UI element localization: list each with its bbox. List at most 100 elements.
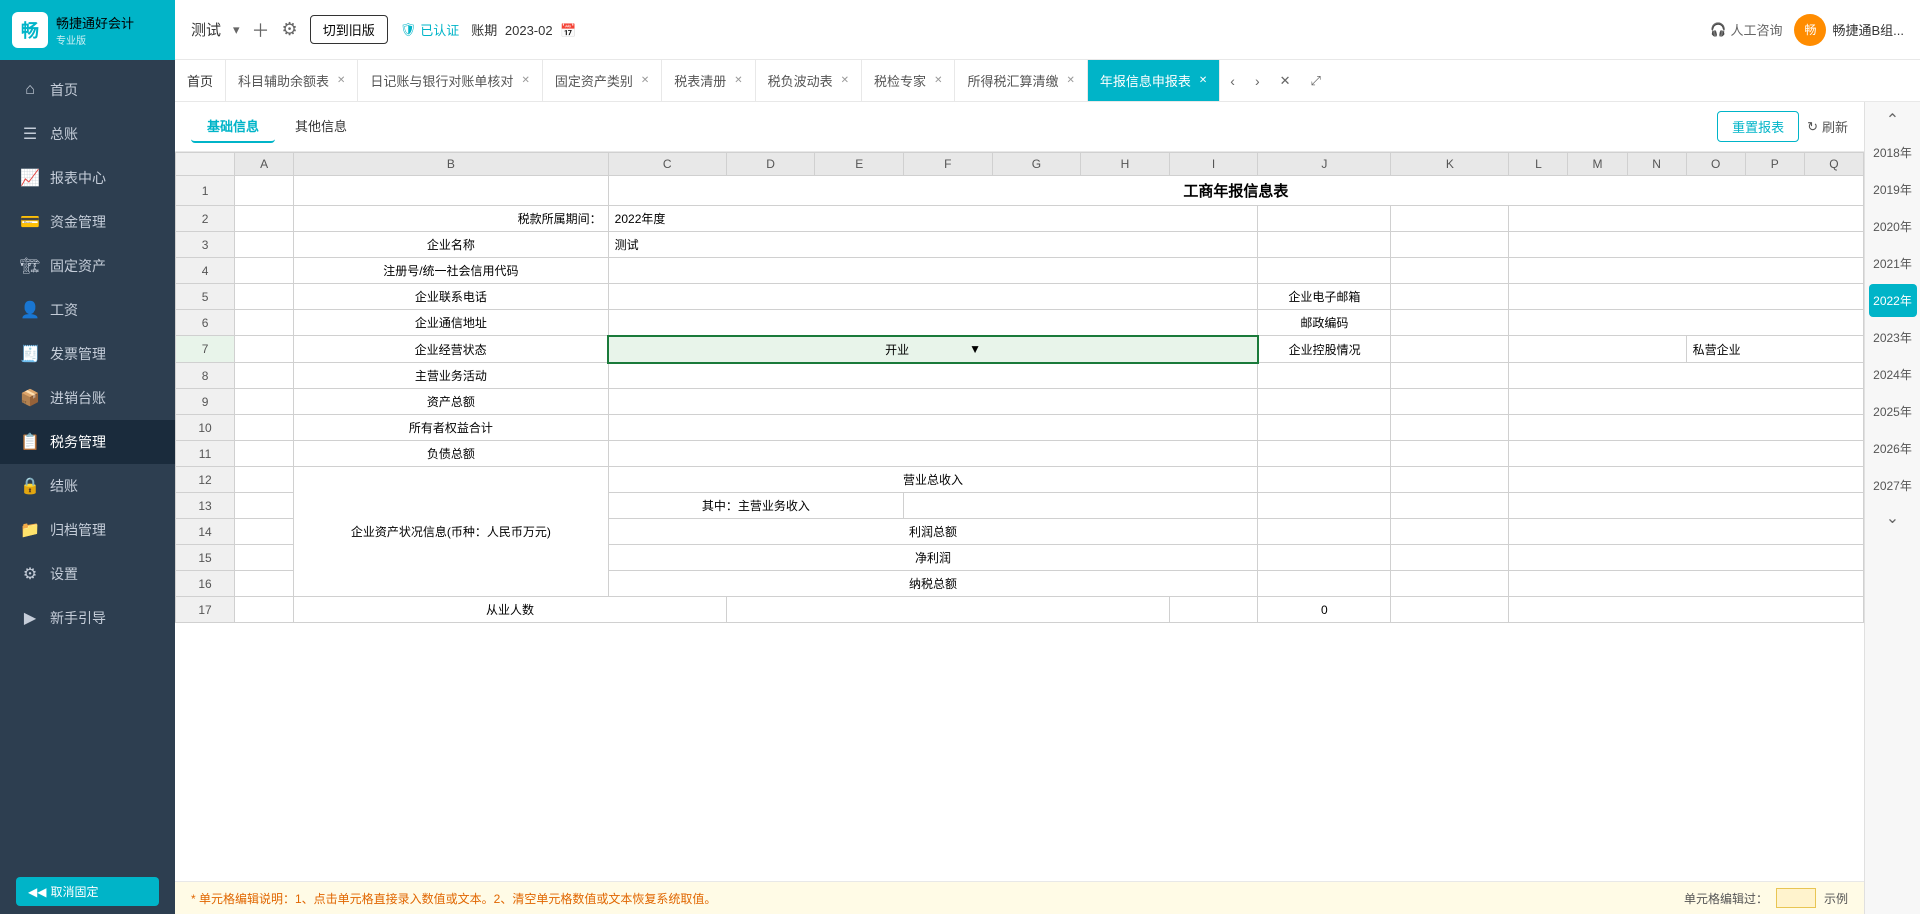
cell-rest11[interactable] (1509, 441, 1864, 467)
tab-prev-button[interactable]: ‹ (1220, 60, 1245, 101)
cell-a1[interactable] (235, 176, 294, 206)
cell-c6[interactable] (608, 310, 1258, 336)
cell-c10[interactable] (608, 415, 1258, 441)
cell-k2[interactable] (1391, 206, 1509, 232)
cell-a14[interactable] (235, 519, 294, 545)
sidebar-item-archive[interactable]: 📁 归档管理 (0, 508, 175, 552)
cell-k8[interactable] (1391, 363, 1509, 389)
cell-j16[interactable] (1258, 571, 1391, 597)
tab-close-icon[interactable]: ✕ (934, 75, 942, 86)
support-button[interactable]: 🎧 人工咨询 (1710, 20, 1782, 39)
dropdown-arrow-icon[interactable]: ▾ (233, 22, 240, 38)
tab-aux[interactable]: 科目辅助余额表 ✕ (226, 60, 358, 101)
tab-close-icon[interactable]: ✕ (521, 75, 529, 86)
cell-i17[interactable] (1169, 597, 1258, 623)
tab-taxform[interactable]: 税表清册 ✕ (662, 60, 755, 101)
sidebar-item-tax[interactable]: 📋 税务管理 (0, 420, 175, 464)
col-header-m[interactable]: M (1568, 153, 1627, 176)
col-header-n[interactable]: N (1627, 153, 1686, 176)
cell-rest16[interactable] (1509, 571, 1864, 597)
cell-rest12[interactable] (1509, 467, 1864, 493)
year-2025[interactable]: 2025年 (1869, 395, 1917, 428)
tab-close-icon[interactable]: ✕ (734, 75, 742, 86)
sidebar-item-settings[interactable]: ⚙ 设置 (0, 552, 175, 596)
cell-j8[interactable] (1258, 363, 1391, 389)
cell-k13[interactable] (1391, 493, 1509, 519)
tab-home[interactable]: 首页 (175, 60, 226, 101)
year-2023[interactable]: 2023年 (1869, 321, 1917, 354)
cell-c4[interactable] (608, 258, 1258, 284)
col-header-d[interactable]: D (726, 153, 815, 176)
cell-c3[interactable]: 测试 (608, 232, 1258, 258)
cell-c8[interactable] (608, 363, 1258, 389)
calendar-icon[interactable]: 📅 (560, 23, 576, 38)
cell-j11[interactable] (1258, 441, 1391, 467)
tab-income[interactable]: 所得税汇算清缴 ✕ (955, 60, 1087, 101)
cell-a16[interactable] (235, 571, 294, 597)
reset-report-button[interactable]: 重置报表 (1717, 111, 1799, 142)
cell-rest17[interactable] (1509, 597, 1864, 623)
cell-rest5[interactable] (1509, 284, 1864, 310)
cell-b1[interactable] (294, 176, 609, 206)
year-scroll-up-button[interactable]: ⌃ (1882, 106, 1903, 134)
cell-c5[interactable] (608, 284, 1258, 310)
col-header-i[interactable]: I (1169, 153, 1258, 176)
cell-rest6[interactable] (1509, 310, 1864, 336)
cell-rest2[interactable] (1509, 206, 1864, 232)
dropdown-arrow-icon[interactable]: ▼ (969, 342, 981, 356)
tab-taxwave[interactable]: 税负波动表 ✕ (756, 60, 862, 101)
cell-d17[interactable] (726, 597, 1169, 623)
cell-k4[interactable] (1391, 258, 1509, 284)
cell-a15[interactable] (235, 545, 294, 571)
tab-other-info[interactable]: 其他信息 (279, 110, 363, 143)
add-button[interactable]: ＋ (252, 17, 270, 43)
cell-k6[interactable] (1391, 310, 1509, 336)
cell-k12[interactable] (1391, 467, 1509, 493)
cell-k11[interactable] (1391, 441, 1509, 467)
sidebar-item-inventory[interactable]: 📦 进销台账 (0, 376, 175, 420)
cell-k15[interactable] (1391, 545, 1509, 571)
cell-k9[interactable] (1391, 389, 1509, 415)
tab-taxcheck[interactable]: 税检专家 ✕ (862, 60, 955, 101)
cell-j14[interactable] (1258, 519, 1391, 545)
cell-a13[interactable] (235, 493, 294, 519)
cell-c9[interactable] (608, 389, 1258, 415)
col-header-b[interactable]: B (294, 153, 609, 176)
sidebar-item-funds[interactable]: 💳 资金管理 (0, 200, 175, 244)
cell-k14[interactable] (1391, 519, 1509, 545)
col-header-a[interactable]: A (235, 153, 294, 176)
cell-a12[interactable] (235, 467, 294, 493)
cell-k3[interactable] (1391, 232, 1509, 258)
cell-k7[interactable] (1391, 336, 1509, 363)
spreadsheet-container[interactable]: A B C D E F G H I J K L M (175, 152, 1864, 881)
cell-a11[interactable] (235, 441, 294, 467)
cell-a17[interactable] (235, 597, 294, 623)
cell-a7[interactable] (235, 336, 294, 363)
year-2024[interactable]: 2024年 (1869, 358, 1917, 391)
cell-j10[interactable] (1258, 415, 1391, 441)
cell-rest15[interactable] (1509, 545, 1864, 571)
sidebar-item-payroll[interactable]: 👤 工资 (0, 288, 175, 332)
year-scroll-down-button[interactable]: ⌄ (1882, 504, 1903, 532)
year-2027[interactable]: 2027年 (1869, 469, 1917, 502)
cell-f13[interactable] (904, 493, 1258, 519)
tab-close-icon[interactable]: ✕ (1066, 75, 1074, 86)
tab-close-icon[interactable]: ✕ (841, 75, 849, 86)
col-header-f[interactable]: F (904, 153, 993, 176)
col-header-h[interactable]: H (1081, 153, 1170, 176)
cell-rest13[interactable] (1509, 493, 1864, 519)
unpin-button[interactable]: ◀◀ 取消固定 (16, 877, 159, 906)
cell-a10[interactable] (235, 415, 294, 441)
sidebar-item-close[interactable]: 🔒 结账 (0, 464, 175, 508)
cell-k10[interactable] (1391, 415, 1509, 441)
tab-fixed[interactable]: 固定资产类别 ✕ (543, 60, 662, 101)
cell-j4[interactable] (1258, 258, 1391, 284)
cell-j2[interactable] (1258, 206, 1391, 232)
sidebar-item-ledger[interactable]: ☰ 总账 (0, 112, 175, 156)
cell-rest3[interactable] (1509, 232, 1864, 258)
sidebar-item-guide[interactable]: ▶ 新手引导 (0, 596, 175, 640)
cell-c11[interactable] (608, 441, 1258, 467)
cell-k5[interactable] (1391, 284, 1509, 310)
year-2020[interactable]: 2020年 (1869, 210, 1917, 243)
tab-basic-info[interactable]: 基础信息 (191, 110, 275, 143)
